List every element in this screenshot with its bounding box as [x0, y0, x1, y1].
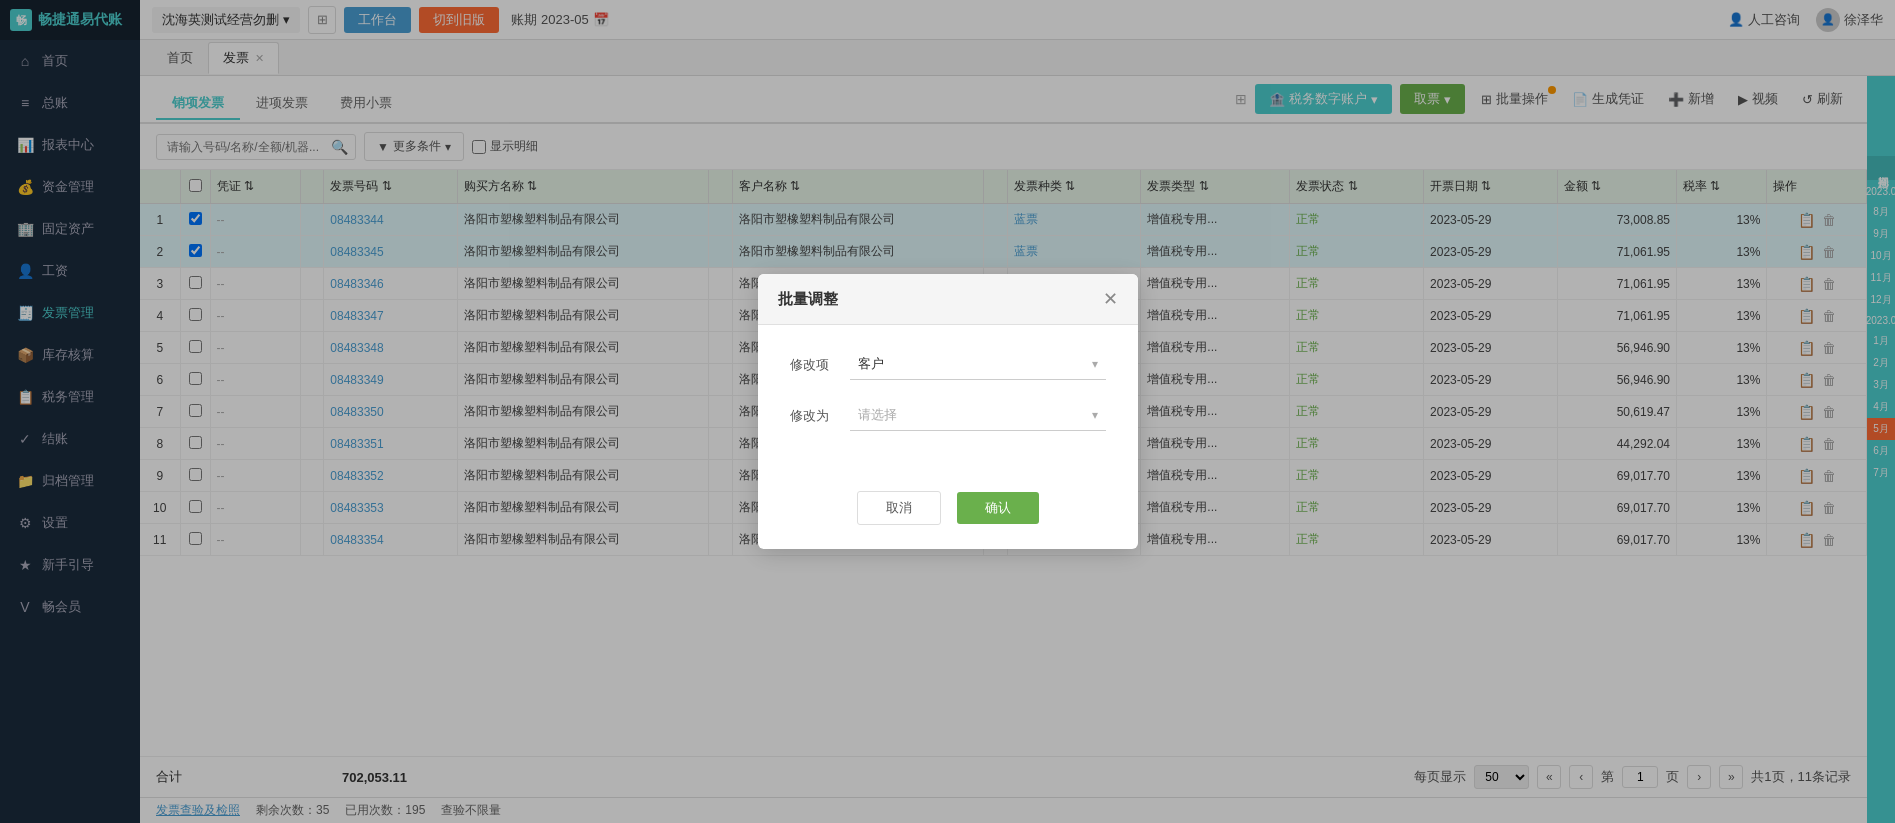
modal-field2-select[interactable]: 请选择 ▾ [850, 400, 1106, 431]
modal-field-item: 修改项 客户 ▾ [790, 349, 1106, 380]
modal-field2-label: 修改为 [790, 407, 850, 425]
modal-field-select[interactable]: 客户 ▾ [850, 349, 1106, 380]
modal-field2-arrow: ▾ [1092, 408, 1098, 422]
modal-footer: 取消 确认 [758, 475, 1138, 549]
modal-header: 批量调整 ✕ [758, 274, 1138, 325]
modal-field-label: 修改项 [790, 356, 850, 374]
batch-adjust-modal: 批量调整 ✕ 修改项 客户 ▾ 修改为 请选择 ▾ 取消 确认 [758, 274, 1138, 549]
modal-field-value: 客户 [858, 355, 884, 373]
modal-overlay[interactable]: 批量调整 ✕ 修改项 客户 ▾ 修改为 请选择 ▾ 取消 确认 [0, 0, 1895, 823]
modal-title: 批量调整 [778, 290, 838, 309]
modal-field2-item: 修改为 请选择 ▾ [790, 400, 1106, 431]
modal-close-button[interactable]: ✕ [1103, 288, 1118, 310]
modal-body: 修改项 客户 ▾ 修改为 请选择 ▾ [758, 325, 1138, 475]
modal-confirm-button[interactable]: 确认 [957, 492, 1039, 524]
modal-cancel-button[interactable]: 取消 [857, 491, 941, 525]
modal-field-arrow: ▾ [1092, 357, 1098, 371]
modal-field2-placeholder: 请选择 [858, 406, 897, 424]
